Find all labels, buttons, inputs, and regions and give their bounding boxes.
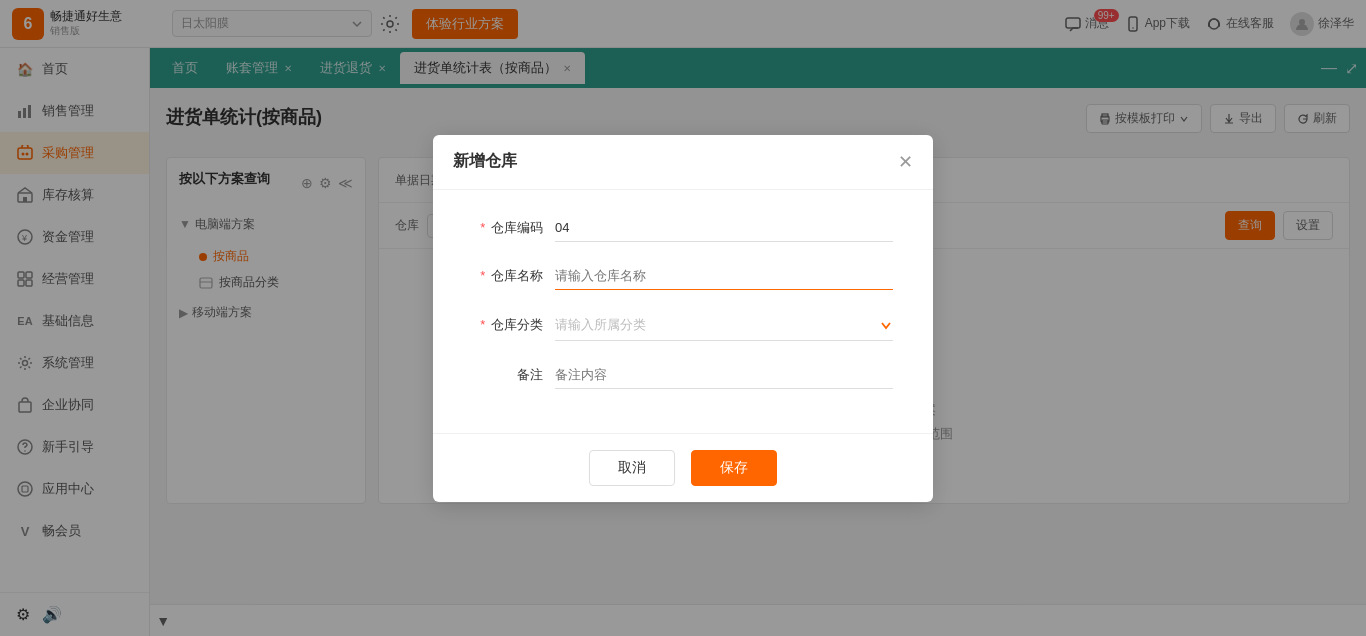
modal-body: * 仓库编码 * 仓库名称 * 仓库分类 请输入所属 xyxy=(433,190,933,433)
remark-input[interactable] xyxy=(555,361,893,389)
remark-field: 备注 xyxy=(473,361,893,389)
warehouse-name-field: * 仓库名称 xyxy=(473,262,893,290)
select-dropdown-icon xyxy=(879,318,893,332)
warehouse-name-input[interactable] xyxy=(555,262,893,290)
warehouse-category-field: * 仓库分类 请输入所属分类 xyxy=(473,310,893,341)
required-star-1: * xyxy=(480,220,485,235)
modal-overlay: 新增仓库 ✕ * 仓库编码 * 仓库名称 xyxy=(0,0,1366,636)
modal-close-icon[interactable]: ✕ xyxy=(898,151,913,173)
cancel-button[interactable]: 取消 xyxy=(589,450,675,486)
warehouse-code-input[interactable] xyxy=(555,214,893,242)
save-button[interactable]: 保存 xyxy=(691,450,777,486)
modal-footer: 取消 保存 xyxy=(433,433,933,502)
warehouse-category-label: * 仓库分类 xyxy=(473,316,543,334)
required-star-2: * xyxy=(480,268,485,283)
warehouse-code-field: * 仓库编码 xyxy=(473,214,893,242)
warehouse-code-label: * 仓库编码 xyxy=(473,219,543,237)
required-star-3: * xyxy=(480,317,485,332)
add-warehouse-modal: 新增仓库 ✕ * 仓库编码 * 仓库名称 xyxy=(433,135,933,502)
modal-header: 新增仓库 ✕ xyxy=(433,135,933,190)
modal-title: 新增仓库 xyxy=(453,151,517,172)
warehouse-category-placeholder: 请输入所属分类 xyxy=(555,316,646,334)
remark-label: 备注 xyxy=(473,366,543,384)
warehouse-category-select[interactable]: 请输入所属分类 xyxy=(555,310,893,341)
warehouse-name-label: * 仓库名称 xyxy=(473,267,543,285)
